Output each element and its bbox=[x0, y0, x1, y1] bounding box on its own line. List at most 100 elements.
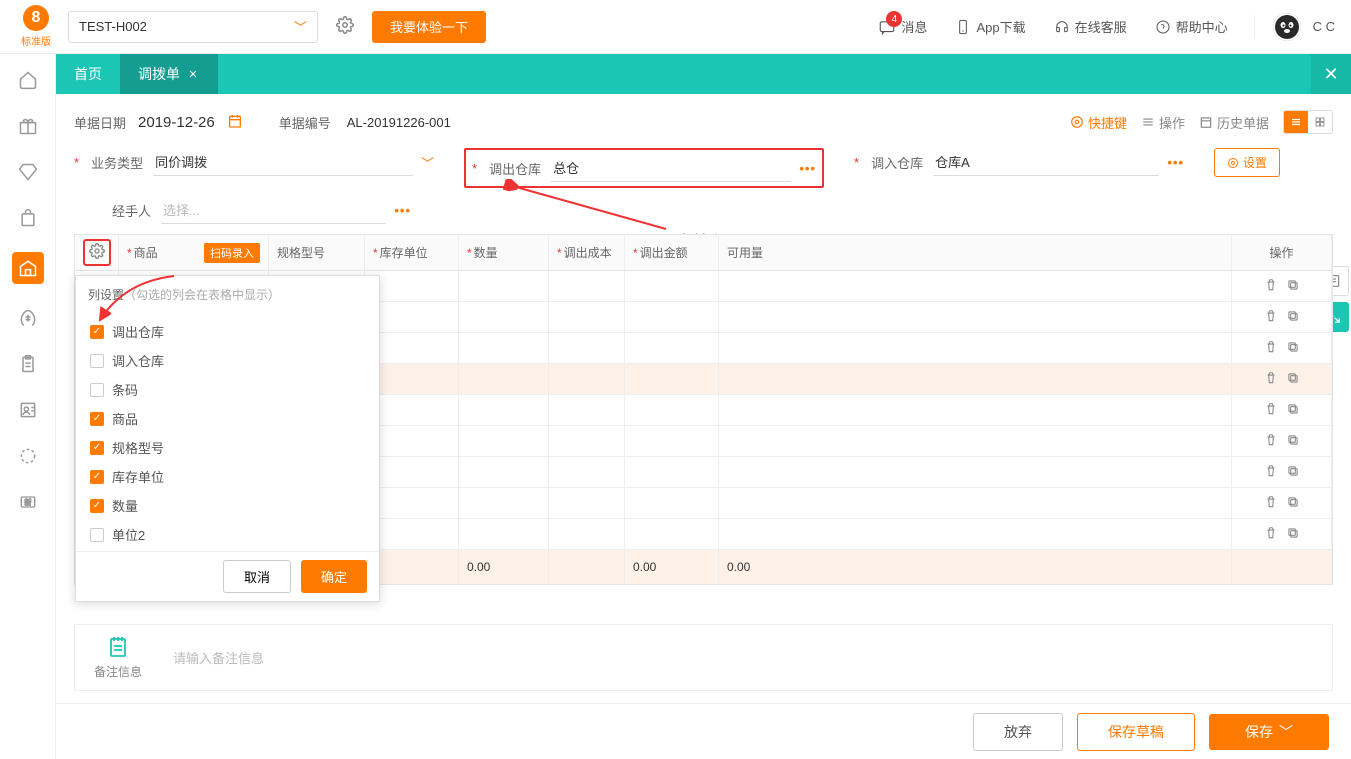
doc-date-value[interactable]: 2019-12-26 bbox=[138, 114, 215, 131]
nav-circle-icon[interactable] bbox=[16, 444, 40, 468]
view-toggle bbox=[1283, 110, 1333, 134]
column-settings-item[interactable]: ✓数量 bbox=[76, 491, 379, 520]
out-warehouse-input[interactable]: 总仓 bbox=[551, 154, 791, 182]
bottom-bar: 放弃 保存草稿 保存﹀ bbox=[56, 703, 1351, 759]
checkbox-icon[interactable] bbox=[90, 528, 104, 542]
main-area: 首页 调拨单 ✕ ✕ 单据日期 2019-12-26 单据编号 AL-20191… bbox=[56, 54, 1351, 759]
copy-icon[interactable] bbox=[1282, 402, 1304, 419]
delete-icon[interactable] bbox=[1260, 371, 1282, 388]
view-list-icon[interactable] bbox=[1284, 111, 1308, 133]
nav-money-icon[interactable] bbox=[16, 306, 40, 330]
help-icon bbox=[1155, 19, 1171, 35]
trial-button[interactable]: 我要体验一下 bbox=[372, 11, 486, 43]
tab-close-icon[interactable]: ✕ bbox=[186, 67, 200, 81]
nav-bag-icon[interactable] bbox=[16, 206, 40, 230]
column-settings-cancel[interactable]: 取消 bbox=[223, 560, 291, 593]
delete-icon[interactable] bbox=[1260, 464, 1282, 481]
close-all-tabs-icon[interactable]: ✕ bbox=[1311, 54, 1351, 94]
history-link[interactable]: 历史单据 bbox=[1199, 113, 1269, 132]
cancel-button[interactable]: 放弃 bbox=[973, 713, 1063, 751]
column-settings-button[interactable] bbox=[75, 235, 119, 270]
checkbox-icon[interactable] bbox=[90, 383, 104, 397]
operate-link[interactable]: 操作 bbox=[1141, 113, 1185, 132]
doc-no-value: AL-20191226-001 bbox=[347, 115, 451, 130]
checkbox-icon[interactable]: ✓ bbox=[90, 441, 104, 455]
checkbox-icon[interactable] bbox=[90, 354, 104, 368]
copy-icon[interactable] bbox=[1282, 464, 1304, 481]
column-settings-item[interactable]: ✓规格型号 bbox=[76, 433, 379, 462]
column-settings-item[interactable]: 单位2 bbox=[76, 520, 379, 549]
remark-label: 备注信息 bbox=[75, 625, 161, 690]
user-avatar[interactable] bbox=[1273, 13, 1301, 41]
tabs-bar: 首页 调拨单 ✕ ✕ bbox=[56, 54, 1351, 94]
handler-input[interactable]: 选择... bbox=[161, 196, 386, 224]
copy-icon[interactable] bbox=[1282, 278, 1304, 295]
save-draft-button[interactable]: 保存草稿 bbox=[1077, 713, 1195, 751]
delete-icon[interactable] bbox=[1260, 526, 1282, 543]
checkbox-icon[interactable]: ✓ bbox=[90, 470, 104, 484]
more-icon[interactable]: ••• bbox=[394, 203, 411, 218]
message-badge: 4 bbox=[886, 11, 902, 27]
nav-clipboard-icon[interactable] bbox=[16, 352, 40, 376]
column-settings-list[interactable]: ✓调出仓库调入仓库条码✓商品✓规格型号✓库存单位✓数量单位2 bbox=[76, 313, 379, 551]
scan-button[interactable]: 扫码录入 bbox=[204, 243, 260, 263]
nav-home-icon[interactable] bbox=[16, 68, 40, 92]
note-icon bbox=[106, 635, 130, 659]
help-center-link[interactable]: 帮助中心 bbox=[1147, 17, 1236, 36]
delete-icon[interactable] bbox=[1260, 309, 1282, 326]
online-service-link[interactable]: 在线客服 bbox=[1046, 17, 1135, 36]
user-name[interactable]: C C bbox=[1313, 19, 1335, 34]
nav-gift-icon[interactable] bbox=[16, 114, 40, 138]
checkbox-icon[interactable]: ✓ bbox=[90, 412, 104, 426]
column-settings-item[interactable]: ✓库存单位 bbox=[76, 462, 379, 491]
copy-icon[interactable] bbox=[1282, 495, 1304, 512]
column-settings-item[interactable]: 调入仓库 bbox=[76, 346, 379, 375]
chevron-down-icon: ﹀ bbox=[294, 17, 307, 36]
phone-icon bbox=[955, 19, 971, 35]
delete-icon[interactable] bbox=[1260, 340, 1282, 357]
copy-icon[interactable] bbox=[1282, 309, 1304, 326]
gear-icon[interactable] bbox=[330, 16, 360, 37]
tab-home[interactable]: 首页 bbox=[56, 54, 120, 94]
delete-icon[interactable] bbox=[1260, 402, 1282, 419]
shortcut-link[interactable]: 快捷键 bbox=[1070, 113, 1127, 132]
settings-button[interactable]: 设置 bbox=[1214, 148, 1280, 177]
top-header: 8 标准版 TEST-H002 ﹀ 我要体验一下 消息 4 App下载 在线客服… bbox=[0, 0, 1351, 54]
checkbox-icon[interactable]: ✓ bbox=[90, 325, 104, 339]
nav-diamond-icon[interactable] bbox=[16, 160, 40, 184]
in-warehouse-input[interactable]: 仓库A bbox=[933, 148, 1159, 176]
nav-warehouse-icon[interactable] bbox=[12, 252, 44, 284]
messages-link[interactable]: 消息 4 bbox=[870, 17, 935, 36]
org-selector[interactable]: TEST-H002 ﹀ bbox=[68, 11, 318, 43]
copy-icon[interactable] bbox=[1282, 340, 1304, 357]
app-download-link[interactable]: App下载 bbox=[947, 17, 1033, 36]
copy-icon[interactable] bbox=[1282, 526, 1304, 543]
th-cost: *调出成本 bbox=[549, 235, 625, 270]
tab-allocation[interactable]: 调拨单 ✕ bbox=[120, 54, 218, 94]
copy-icon[interactable] bbox=[1282, 371, 1304, 388]
calendar-icon[interactable] bbox=[227, 113, 243, 132]
table-header: *商品扫码录入 规格型号 *库存单位 *数量 *调出成本 *调出金额 可用量 操… bbox=[75, 235, 1332, 271]
chevron-down-icon: ﹀ bbox=[1279, 722, 1293, 742]
chevron-down-icon[interactable]: ﹀ bbox=[421, 153, 434, 172]
more-icon[interactable]: ••• bbox=[799, 161, 816, 176]
view-grid-icon[interactable] bbox=[1308, 111, 1332, 133]
field-in-warehouse: * 调入仓库 仓库A ••• bbox=[854, 148, 1184, 176]
save-button[interactable]: 保存﹀ bbox=[1209, 714, 1329, 750]
delete-icon[interactable] bbox=[1260, 433, 1282, 450]
copy-icon[interactable] bbox=[1282, 433, 1304, 450]
delete-icon[interactable] bbox=[1260, 278, 1282, 295]
nav-new-icon[interactable]: 新 bbox=[16, 490, 40, 514]
more-icon[interactable]: ••• bbox=[1167, 155, 1184, 170]
checkbox-icon[interactable]: ✓ bbox=[90, 499, 104, 513]
headset-icon bbox=[1054, 19, 1070, 35]
gear-icon bbox=[89, 243, 105, 259]
remark-input[interactable]: 请输入备注信息 bbox=[161, 648, 1332, 667]
column-settings-item[interactable]: ✓商品 bbox=[76, 404, 379, 433]
column-settings-item[interactable]: 条码 bbox=[76, 375, 379, 404]
delete-icon[interactable] bbox=[1260, 495, 1282, 512]
column-settings-confirm[interactable]: 确定 bbox=[301, 560, 367, 593]
nav-contact-icon[interactable] bbox=[16, 398, 40, 422]
org-name: TEST-H002 bbox=[79, 19, 147, 34]
biz-type-input[interactable]: 同价调拨 bbox=[153, 148, 413, 176]
